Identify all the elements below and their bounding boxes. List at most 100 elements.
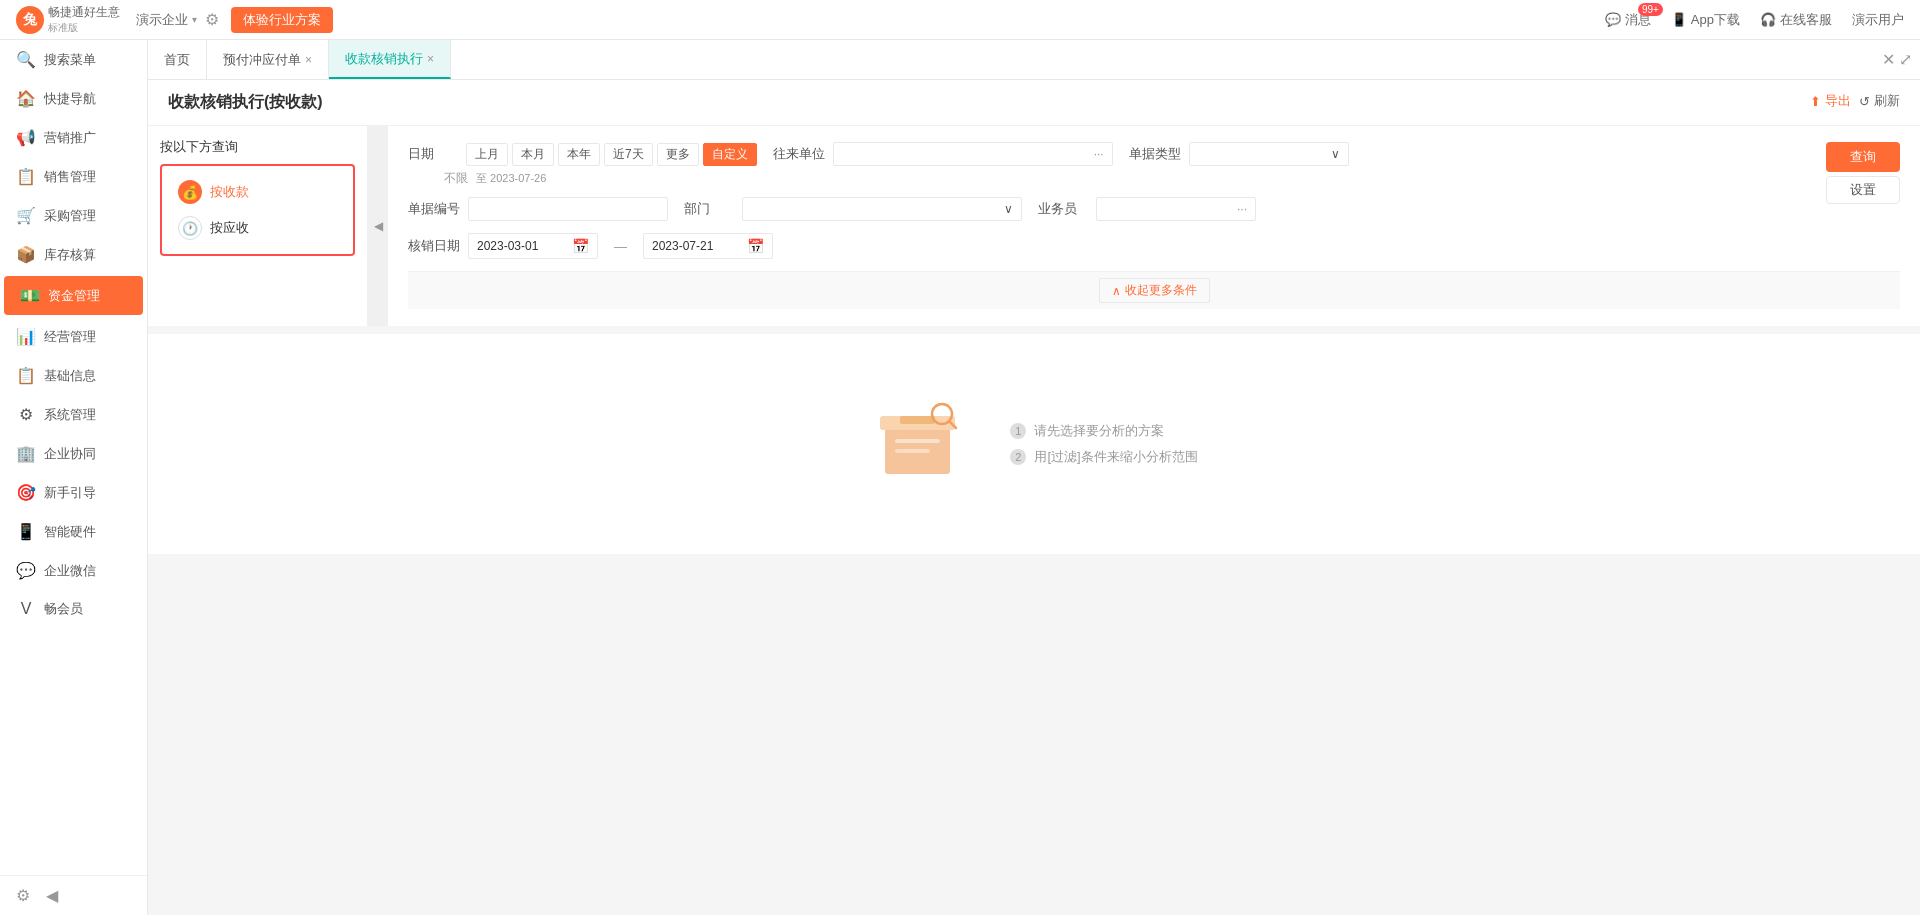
date-btn-this-month[interactable]: 本月 <box>512 143 554 166</box>
sidebar-item-marketing[interactable]: 📢 营销推广 <box>0 118 147 157</box>
verif-date-end-input[interactable]: 2023-07-21 📅 <box>643 233 773 259</box>
tab-prepay-label: 预付冲应付单 <box>223 51 301 69</box>
sidebar-item-search[interactable]: 🔍 搜索菜单 <box>0 40 147 79</box>
sidebar-item-inventory[interactable]: 📦 库存核算 <box>0 235 147 274</box>
verif-end-value: 2023-07-21 <box>652 239 713 253</box>
box-icon: 📦 <box>16 245 36 264</box>
date-btn-more[interactable]: 更多 <box>657 143 699 166</box>
date-btn-this-year[interactable]: 本年 <box>558 143 600 166</box>
username: 演示用户 <box>1852 12 1904 27</box>
chart-icon: 📊 <box>16 327 36 346</box>
verif-date-separator: — <box>614 239 627 254</box>
sidebar-collapse-icon[interactable]: ◀ <box>46 886 58 905</box>
docnum-input[interactable] <box>468 197 668 221</box>
date-quick-group: 上月 本月 本年 近7天 更多 自定义 <box>466 143 757 166</box>
export-button[interactable]: ⬆ 导出 <box>1810 92 1851 110</box>
money-icon: 💵 <box>20 286 40 305</box>
industry-solution-button[interactable]: 体验行业方案 <box>231 7 333 33</box>
page-content: 收款核销执行(按收款) ⬆ 导出 ↺ 刷新 按以下方查询 <box>148 80 1920 915</box>
cart-icon: 🛒 <box>16 206 36 225</box>
verif-date-start-input[interactable]: 2023-03-01 📅 <box>468 233 598 259</box>
grid-icon: 📋 <box>16 366 36 385</box>
dept-label: 部门 <box>684 200 734 218</box>
main-layout: 🔍 搜索菜单 🏠 快捷导航 📢 营销推广 📋 销售管理 🛒 采购管理 📦 库存核… <box>0 40 1920 915</box>
docnum-field: 单据编号 <box>408 197 668 221</box>
partner-more-icon[interactable]: ··· <box>1094 147 1104 161</box>
sidebar-item-operation[interactable]: 📊 经营管理 <box>0 317 147 356</box>
sidebar-item-weixin[interactable]: 💬 企业微信 <box>0 551 147 590</box>
staff-more-icon[interactable]: ··· <box>1237 202 1247 216</box>
close-tab-receipts[interactable]: × <box>427 52 434 66</box>
sidebar-item-member[interactable]: V 畅会员 <box>0 590 147 628</box>
export-label: 导出 <box>1825 92 1851 110</box>
tab-home[interactable]: 首页 <box>148 40 207 79</box>
calendar-end-icon[interactable]: 📅 <box>747 238 764 254</box>
staff-select[interactable]: ··· <box>1096 197 1256 221</box>
sidebar-item-sales[interactable]: 📋 销售管理 <box>0 157 147 196</box>
staff-label: 业务员 <box>1038 200 1088 218</box>
dept-field: 部门 ∨ <box>684 197 1022 221</box>
date-btn-last-month[interactable]: 上月 <box>466 143 508 166</box>
message-badge: 99+ <box>1638 3 1663 16</box>
message-button[interactable]: 💬 消息 99+ <box>1605 11 1651 29</box>
sidebar-item-system[interactable]: ⚙ 系统管理 <box>0 395 147 434</box>
sidebar-label-enterprise: 企业协同 <box>44 445 96 463</box>
receipt-icon: 💰 <box>178 180 202 204</box>
collapse-more-button[interactable]: ∧ 收起更多条件 <box>1099 278 1210 303</box>
company-name: 演示企业 <box>136 11 188 29</box>
dept-select[interactable]: ∨ <box>742 197 1022 221</box>
verif-date-field: 核销日期 2023-03-01 📅 — 2023-07-21 📅 <box>408 233 773 259</box>
sidebar-item-shortcut[interactable]: 🏠 快捷导航 <box>0 79 147 118</box>
online-service-button[interactable]: 🎧 在线客服 <box>1760 11 1832 29</box>
headset-icon: 🎧 <box>1760 12 1776 27</box>
sidebar-item-guide[interactable]: 🎯 新手引导 <box>0 473 147 512</box>
close-tab-prepay[interactable]: × <box>305 53 312 67</box>
doc-type-select[interactable]: ∨ <box>1189 142 1349 166</box>
company-selector[interactable]: 演示企业 ▾ <box>136 11 197 29</box>
sidebar-label-member: 畅会员 <box>44 600 83 618</box>
logo-icon: 兔 <box>16 6 44 34</box>
sidebar-label-basic: 基础信息 <box>44 367 96 385</box>
app-download-button[interactable]: 📱 App下载 <box>1671 11 1740 29</box>
sidebar-settings-icon[interactable]: ⚙ <box>16 886 30 905</box>
sidebar-item-hardware[interactable]: 📱 智能硬件 <box>0 512 147 551</box>
sidebar-item-purchase[interactable]: 🛒 采购管理 <box>0 196 147 235</box>
partner-select[interactable]: ··· <box>833 142 1113 166</box>
tab-prepay[interactable]: 预付冲应付单 × <box>207 40 329 79</box>
expand-icon[interactable]: ⤢ <box>1899 50 1912 69</box>
refresh-button[interactable]: ↺ 刷新 <box>1859 92 1900 110</box>
sidebar-item-finance[interactable]: 💵 资金管理 <box>4 276 143 315</box>
sidebar-item-basic[interactable]: 📋 基础信息 <box>0 356 147 395</box>
topbar-right: 💬 消息 99+ 📱 App下载 🎧 在线客服 演示用户 <box>1605 11 1904 29</box>
collapse-left-panel-button[interactable]: ◀ <box>368 126 388 326</box>
query-button[interactable]: 查询 <box>1826 142 1900 172</box>
query-by-receipt[interactable]: 💰 按收款 <box>170 174 345 210</box>
date-unlimit-label: 不限 <box>444 170 468 187</box>
filter-verif-row: 核销日期 2023-03-01 📅 — 2023-07-21 📅 <box>408 233 1826 259</box>
query-by-receivable[interactable]: 🕐 按应收 <box>170 210 345 246</box>
tab-receipts[interactable]: 收款核销执行 × <box>329 40 451 79</box>
app-edition: 标准版 <box>48 21 120 35</box>
refresh-icon: ↺ <box>1859 94 1870 109</box>
gear-icon[interactable]: ⚙ <box>205 10 219 29</box>
sidebar-label-inventory: 库存核算 <box>44 246 96 264</box>
date-btn-custom[interactable]: 自定义 <box>703 143 757 166</box>
close-all-tabs-icon[interactable]: ✕ <box>1882 50 1895 69</box>
user-info[interactable]: 演示用户 <box>1852 11 1904 29</box>
empty-hint-2: 2 用[过滤]条件来缩小分析范围 <box>1010 448 1197 466</box>
guide-icon: 🎯 <box>16 483 36 502</box>
tabbar-actions: ✕ ⤢ <box>1882 50 1920 69</box>
home-icon: 🏠 <box>16 89 36 108</box>
empty-hints: 1 请先选择要分析的方案 2 用[过滤]条件来缩小分析范围 <box>1010 422 1197 466</box>
date-field: 日期 上月 本月 本年 近7天 更多 自定义 <box>408 143 757 166</box>
collapse-more-label: 收起更多条件 <box>1125 282 1197 299</box>
chevron-down-icon: ▾ <box>192 14 197 25</box>
sidebar-item-enterprise[interactable]: 🏢 企业协同 <box>0 434 147 473</box>
doc-type-label: 单据类型 <box>1129 145 1181 163</box>
collapse-more-icon: ∧ <box>1112 284 1121 298</box>
date-btn-7days[interactable]: 近7天 <box>604 143 653 166</box>
member-icon: V <box>16 600 36 618</box>
calendar-start-icon[interactable]: 📅 <box>572 238 589 254</box>
search-icon: 🔍 <box>16 50 36 69</box>
settings-button[interactable]: 设置 <box>1826 176 1900 204</box>
